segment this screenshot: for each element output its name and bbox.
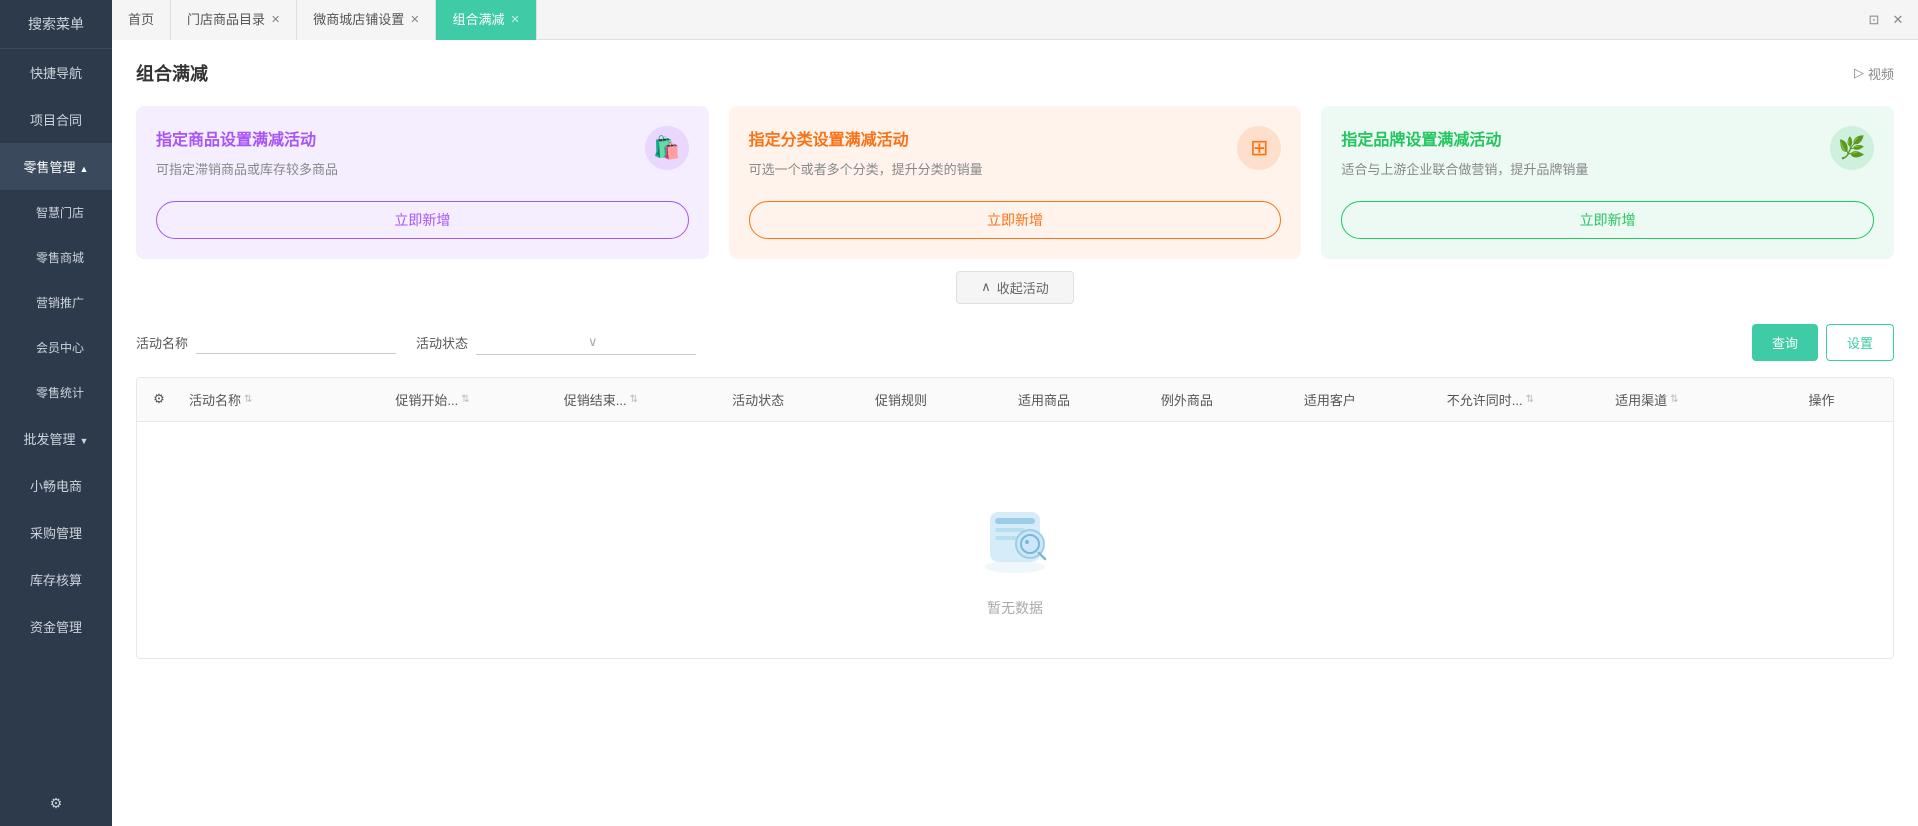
filter-actions: 查询 设置 [1752, 324, 1894, 361]
brand-card-add-button[interactable]: 立即新增 [1341, 201, 1874, 239]
sidebar-item-retail-stats[interactable]: 零售统计 [0, 370, 112, 415]
tab-combo-discount[interactable]: 组合满减 ✕ [436, 0, 536, 40]
sort-icon-name: ⇅ [244, 394, 252, 405]
sidebar-item-quick-nav[interactable]: 快捷导航 [0, 49, 112, 96]
gear-icon: ⚙ [153, 391, 165, 407]
close-button[interactable]: ✕ [1890, 12, 1906, 28]
filter-status-select[interactable]: ∨ [476, 330, 696, 355]
sidebar-item-stock-calc[interactable]: 库存核算 [0, 556, 112, 603]
category-card-title: 指定分类设置满减活动 [749, 126, 1282, 150]
gear-icon: ⚙ [50, 795, 63, 811]
sidebar-item-retail-mall[interactable]: 零售商城 [0, 235, 112, 280]
page-title: 组合满减 [136, 60, 208, 86]
filter-name-input[interactable] [196, 330, 396, 354]
table-header: ⚙ 活动名称 ⇅ 促销开始... ⇅ 促销结束... ⇅ 活动状态 促销规则 适… [137, 378, 1893, 422]
th-op: 操作 [1750, 378, 1893, 421]
play-icon: ▷ [1854, 65, 1864, 81]
brand-card-icon: 🌿 [1830, 126, 1874, 170]
query-button[interactable]: 查询 [1752, 324, 1818, 361]
content-area: 组合满减 ▷ 视频 🛍️ 指定商品设置满减活动 可指定滞销商品或库存较多商品 立… [112, 40, 1918, 826]
goods-card-add-button[interactable]: 立即新增 [156, 201, 689, 239]
th-end[interactable]: 促销结束... ⇅ [556, 378, 724, 421]
tab-wechat-shop-settings[interactable]: 微商城店铺设置 ✕ [297, 0, 436, 40]
sort-icon-channel: ⇅ [1670, 394, 1678, 405]
empty-state: 暂无数据 [137, 422, 1893, 658]
goods-card: 🛍️ 指定商品设置满减活动 可指定滞销商品或库存较多商品 立即新增 [136, 106, 709, 259]
sidebar-item-fund-mgmt[interactable]: 资金管理 [0, 603, 112, 650]
brand-card: 🌿 指定品牌设置满减活动 适合与上游企业联合做营销，提升品牌销量 立即新增 [1321, 106, 1894, 259]
sort-icon-noallow: ⇅ [1526, 394, 1534, 405]
brand-card-title: 指定品牌设置满减活动 [1341, 126, 1874, 150]
goods-card-desc: 可指定滞销商品或库存较多商品 [156, 160, 689, 181]
collapse-icon: ∧ [981, 279, 991, 295]
collapse-label: 收起活动 [997, 278, 1049, 297]
sort-icon-start: ⇅ [461, 394, 469, 405]
sidebar-search[interactable]: 搜索菜单 [0, 0, 112, 49]
sidebar-item-retail-mgmt[interactable]: 零售管理 [0, 143, 112, 190]
th-status: 活动状态 [724, 378, 867, 421]
collapse-button[interactable]: ∧ 收起活动 [956, 271, 1074, 304]
th-noallow[interactable]: 不允许同时... ⇅ [1439, 378, 1607, 421]
chevron-down-icon: ∨ [588, 334, 692, 350]
goods-card-icon: 🛍️ [645, 126, 689, 170]
th-goods: 适用商品 [1010, 378, 1153, 421]
tab-close-shop-catalog[interactable]: ✕ [271, 0, 280, 40]
filter-status-field: 活动状态 ∨ [416, 330, 696, 355]
cards-row: 🛍️ 指定商品设置满减活动 可指定滞销商品或库存较多商品 立即新增 ⊞ 指定分类… [136, 106, 1894, 259]
filter-name-label: 活动名称 [136, 333, 188, 352]
sidebar-item-project-contract[interactable]: 项目合同 [0, 96, 112, 143]
tab-close-combo-discount[interactable]: ✕ [511, 0, 520, 40]
sidebar-item-smart-shop[interactable]: 智慧门店 [0, 190, 112, 235]
set-button[interactable]: 设置 [1826, 324, 1894, 361]
brand-card-desc: 适合与上游企业联合做营销，提升品牌销量 [1341, 160, 1874, 181]
sidebar-item-member-center[interactable]: 会员中心 [0, 325, 112, 370]
filter-status-label: 活动状态 [416, 333, 468, 352]
sidebar-item-wholesale-mgmt[interactable]: 批发管理 [0, 415, 112, 462]
tab-close-wechat-shop[interactable]: ✕ [410, 0, 419, 40]
tab-bar: 首页 门店商品目录 ✕ 微商城店铺设置 ✕ 组合满减 ✕ ⊡ ✕ [112, 0, 1918, 40]
th-except: 例外商品 [1153, 378, 1296, 421]
empty-text: 暂无数据 [987, 598, 1043, 618]
main-area: 首页 门店商品目录 ✕ 微商城店铺设置 ✕ 组合满减 ✕ ⊡ ✕ 组合满减 ▷ … [112, 0, 1918, 826]
th-customer: 适用客户 [1296, 378, 1439, 421]
th-channel[interactable]: 适用渠道 ⇅ [1607, 378, 1750, 421]
goods-card-title: 指定商品设置满减活动 [156, 126, 689, 150]
data-table: ⚙ 活动名称 ⇅ 促销开始... ⇅ 促销结束... ⇅ 活动状态 促销规则 适… [136, 377, 1894, 659]
sidebar-item-xiaochang[interactable]: 小畅电商 [0, 462, 112, 509]
th-name[interactable]: 活动名称 ⇅ [181, 378, 387, 421]
collapse-bar: ∧ 收起活动 [136, 271, 1894, 304]
sort-icon-end: ⇅ [630, 394, 638, 405]
sidebar: 搜索菜单 快捷导航 项目合同 零售管理 智慧门店 零售商城 营销推广 会员中心 … [0, 0, 112, 826]
window-controls: ⊡ ✕ [1866, 12, 1918, 28]
category-card-desc: 可选一个或者多个分类，提升分类的销量 [749, 160, 1282, 181]
category-card-add-button[interactable]: 立即新增 [749, 201, 1282, 239]
th-gear[interactable]: ⚙ [137, 378, 181, 421]
empty-illustration [965, 482, 1065, 582]
maximize-button[interactable]: ⊡ [1866, 12, 1882, 28]
sidebar-item-marketing[interactable]: 营销推广 [0, 280, 112, 325]
th-rule: 促销规则 [867, 378, 1010, 421]
th-start[interactable]: 促销开始... ⇅ [387, 378, 555, 421]
filter-name-field: 活动名称 [136, 330, 396, 354]
tab-home[interactable]: 首页 [112, 0, 171, 40]
category-card: ⊞ 指定分类设置满减活动 可选一个或者多个分类，提升分类的销量 立即新增 [729, 106, 1302, 259]
page-header: 组合满减 ▷ 视频 [136, 60, 1894, 86]
filter-row: 活动名称 活动状态 ∨ 查询 设置 [136, 324, 1894, 361]
video-link[interactable]: ▷ 视频 [1854, 64, 1894, 83]
tab-shop-catalog[interactable]: 门店商品目录 ✕ [171, 0, 297, 40]
sidebar-item-purchase-mgmt[interactable]: 采购管理 [0, 509, 112, 556]
sidebar-settings[interactable]: ⚙ [0, 781, 112, 826]
